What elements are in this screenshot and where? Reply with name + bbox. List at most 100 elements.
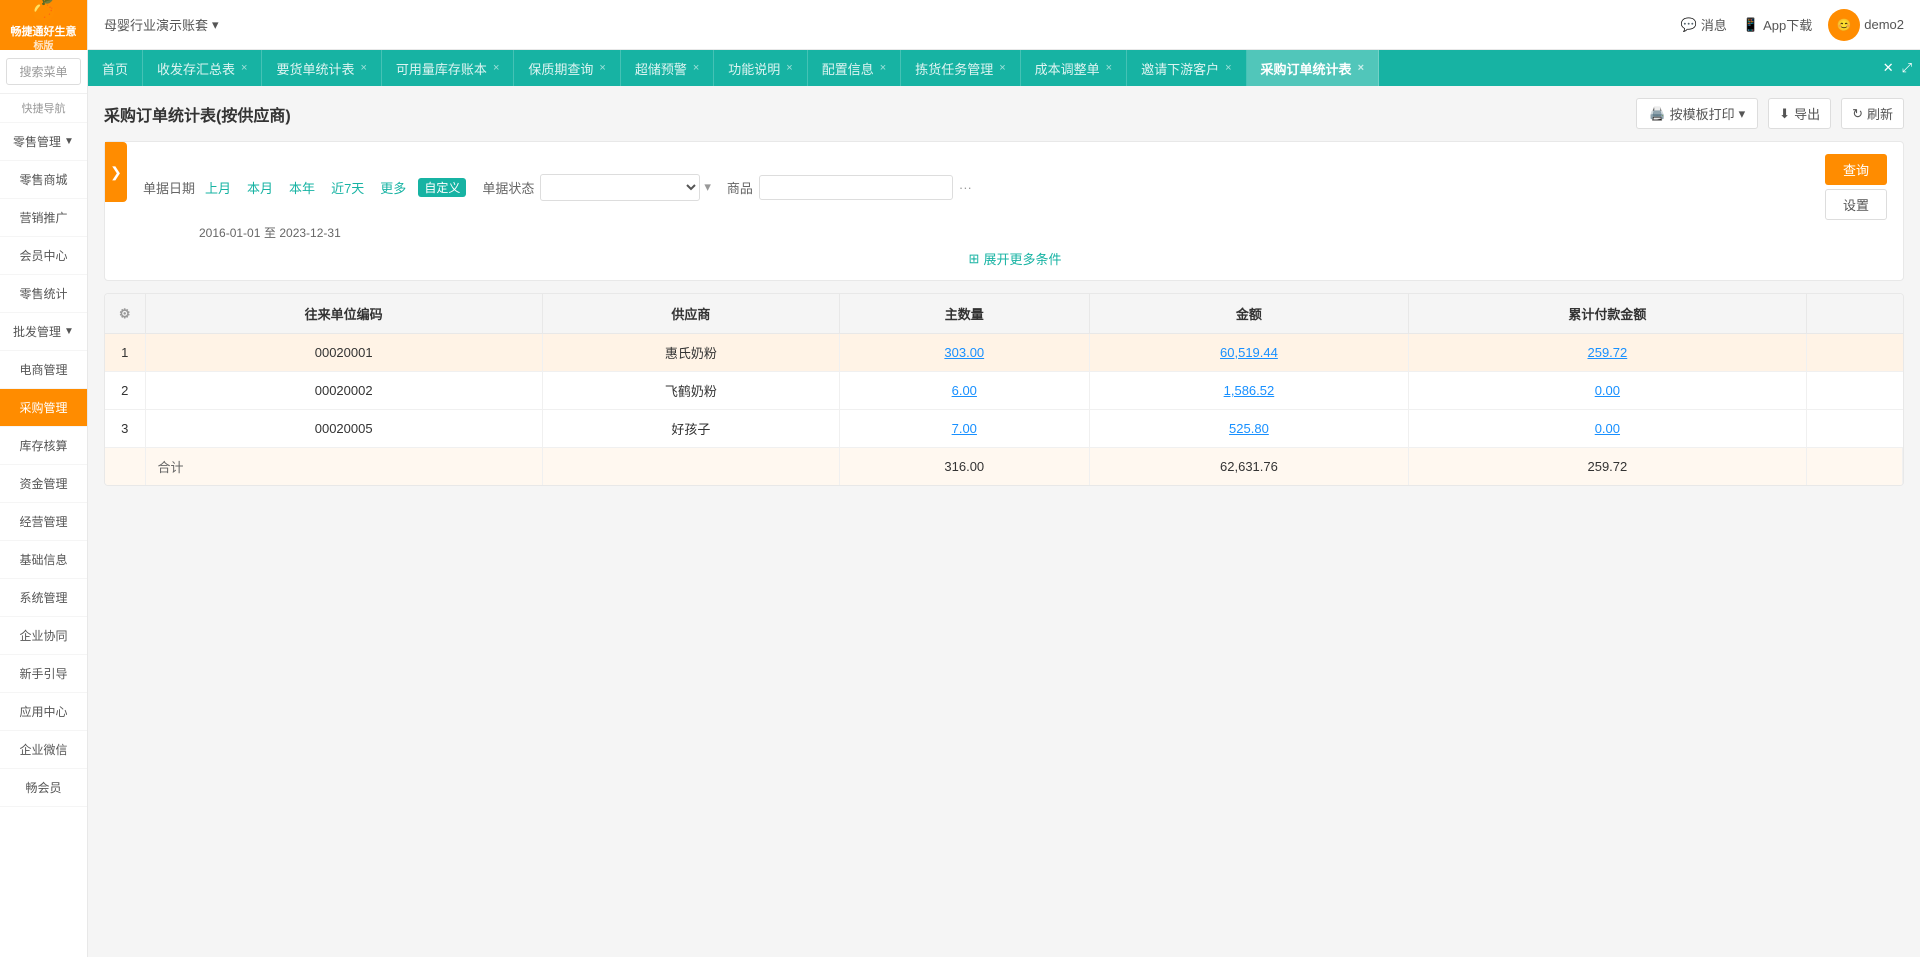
expand-filter-btn[interactable]: ⊞ 展开更多条件 xyxy=(969,249,1062,268)
sidebar-item-2[interactable]: 营销推广 xyxy=(0,199,87,237)
tab-item-10[interactable]: 邀请下游客户 × xyxy=(1127,50,1246,86)
cell-amount-2[interactable]: 525.80 xyxy=(1089,410,1409,448)
user-name: demo2 xyxy=(1864,17,1904,32)
tab-close-11[interactable]: × xyxy=(1358,62,1364,74)
tab-label-10: 邀请下游客户 xyxy=(1141,59,1219,78)
tab-close-7[interactable]: × xyxy=(880,62,886,74)
app-download-btn[interactable]: 📱 App下载 xyxy=(1743,15,1812,34)
topbar-left: 母婴行业演示账套 ▾ xyxy=(104,15,219,34)
account-selector[interactable]: 母婴行业演示账套 ▾ xyxy=(104,15,219,34)
cell-paid-0[interactable]: 259.72 xyxy=(1409,334,1806,372)
cell-qty-1[interactable]: 6.00 xyxy=(839,372,1089,410)
sidebar-item-8[interactable]: 库存核算 xyxy=(0,427,87,465)
tab-item-8[interactable]: 拣货任务管理 × xyxy=(901,50,1020,86)
cell-paid-2[interactable]: 0.00 xyxy=(1409,410,1806,448)
tab-item-4[interactable]: 保质期查询× xyxy=(514,50,620,86)
sidebar-item-11[interactable]: 基础信息 xyxy=(0,541,87,579)
shortcut-7days[interactable]: 近7天 xyxy=(327,176,368,199)
column-settings-icon[interactable]: ⚙ xyxy=(119,306,131,321)
sidebar-item-1[interactable]: 零售商城 xyxy=(0,161,87,199)
tab-item-11[interactable]: 采购订单统计表× xyxy=(1247,50,1379,86)
tab-item-9[interactable]: 成本调整单× xyxy=(1021,50,1127,86)
tab-close-5[interactable]: × xyxy=(693,62,699,74)
cell-amount-1[interactable]: 1,586.52 xyxy=(1089,372,1409,410)
tab-item-0[interactable]: 首页 xyxy=(88,50,143,86)
sidebar-item-7[interactable]: 采购管理 xyxy=(0,389,87,427)
sidebar-item-0[interactable]: 零售管理▼ xyxy=(0,123,87,161)
shortcut-last-month[interactable]: 上月 xyxy=(201,176,235,199)
account-selector-label: 母婴行业演示账套 xyxy=(104,15,208,34)
tab-label-2: 要货单统计表 xyxy=(276,59,354,78)
filter-settings-btn[interactable]: 设置 xyxy=(1825,189,1887,220)
table-row[interactable]: 100020001惠氏奶粉303.0060,519.44259.72 xyxy=(105,334,1903,372)
goods-filter-label: 商品 xyxy=(727,178,753,197)
tab-item-3[interactable]: 可用量库存账本× xyxy=(382,50,514,86)
tabs-expand-icon[interactable]: ⤢ xyxy=(1902,60,1912,76)
app-download-label: App下载 xyxy=(1763,15,1812,34)
query-btn[interactable]: 查询 xyxy=(1825,154,1887,185)
sidebar-item-12[interactable]: 系统管理 xyxy=(0,579,87,617)
sidebar-item-10[interactable]: 经营管理 xyxy=(0,503,87,541)
shortcut-more[interactable]: 更多 xyxy=(376,176,410,199)
sidebar-item-9[interactable]: 资金管理 xyxy=(0,465,87,503)
table-row[interactable]: 300020005好孩子7.00525.800.00 xyxy=(105,410,1903,448)
tab-close-4[interactable]: × xyxy=(599,62,605,74)
cell-paid-1[interactable]: 0.00 xyxy=(1409,372,1806,410)
cell-extra-0 xyxy=(1806,334,1902,372)
tab-item-6[interactable]: 功能说明× xyxy=(714,50,807,86)
print-btn[interactable]: 🖨️ 按模板打印 ▾ xyxy=(1636,98,1758,129)
sidebar-item-4[interactable]: 零售统计 xyxy=(0,275,87,313)
message-label: 消息 xyxy=(1701,15,1727,34)
app-logo: 🍊 畅捷通好生意 标版 xyxy=(0,0,87,50)
tab-item-1[interactable]: 收发存汇总表× xyxy=(143,50,262,86)
tab-item-7[interactable]: 配置信息× xyxy=(808,50,901,86)
sidebar-nav: 零售管理▼零售商城营销推广会员中心零售统计批发管理▼电商管理采购管理库存核算资金… xyxy=(0,123,87,807)
tab-close-6[interactable]: × xyxy=(786,62,792,74)
tab-item-5[interactable]: 超储预警× xyxy=(621,50,714,86)
refresh-btn[interactable]: ↻ 刷新 xyxy=(1841,98,1904,129)
col-code: 往来单位编码 xyxy=(145,294,542,334)
col-supplier: 供应商 xyxy=(542,294,839,334)
expand-filter-label: 展开更多条件 xyxy=(983,249,1061,268)
message-btn[interactable]: 💬 消息 xyxy=(1681,15,1727,34)
refresh-icon: ↻ xyxy=(1852,106,1863,122)
tab-close-2[interactable]: × xyxy=(360,62,366,74)
search-menu-btn[interactable]: 搜索菜单 xyxy=(6,58,81,85)
tab-close-10[interactable]: × xyxy=(1225,62,1231,74)
message-icon: 💬 xyxy=(1681,17,1697,33)
goods-more-icon[interactable]: ··· xyxy=(959,180,972,195)
tab-label-8: 拣货任务管理 xyxy=(915,59,993,78)
cell-amount-0[interactable]: 60,519.44 xyxy=(1089,334,1409,372)
tab-close-3[interactable]: × xyxy=(493,62,499,74)
sidebar-item-16[interactable]: 企业微信 xyxy=(0,731,87,769)
sidebar-item-6[interactable]: 电商管理 xyxy=(0,351,87,389)
tabs-close-icon[interactable]: ✕ xyxy=(1883,60,1894,76)
export-btn[interactable]: ⬇ 导出 xyxy=(1768,98,1831,129)
main-wrapper: 母婴行业演示账套 ▾ 💬 消息 📱 App下载 😊 demo2 首页收发存汇总表… xyxy=(88,0,1920,957)
tab-close-1[interactable]: × xyxy=(241,62,247,74)
filter-toggle-btn[interactable]: ❯ xyxy=(105,142,127,202)
tab-close-9[interactable]: × xyxy=(1106,62,1112,74)
shortcut-this-month[interactable]: 本月 xyxy=(243,176,277,199)
sidebar-item-17[interactable]: 畅会员 xyxy=(0,769,87,807)
sidebar-item-3[interactable]: 会员中心 xyxy=(0,237,87,275)
sidebar-item-14[interactable]: 新手引导 xyxy=(0,655,87,693)
table-header-row: ⚙ 往来单位编码 供应商 主数量 金额 累计付款金额 xyxy=(105,294,1903,334)
custom-date-badge[interactable]: 自定义 xyxy=(418,178,466,197)
date-shortcuts: 上月 本月 本年 近7天 更多 自定义 xyxy=(201,176,466,199)
sidebar-item-15[interactable]: 应用中心 xyxy=(0,693,87,731)
tab-close-8[interactable]: × xyxy=(999,62,1005,74)
tab-item-2[interactable]: 要货单统计表 × xyxy=(262,50,381,86)
sidebar-item-quick-nav[interactable]: 快捷导航 xyxy=(0,94,87,123)
user-profile[interactable]: 😊 demo2 xyxy=(1828,9,1904,41)
cell-qty-0[interactable]: 303.00 xyxy=(839,334,1089,372)
status-select[interactable] xyxy=(540,174,700,201)
shortcut-this-year[interactable]: 本年 xyxy=(285,176,319,199)
account-selector-arrow: ▾ xyxy=(212,17,219,33)
table-row[interactable]: 200020002飞鹤奶粉6.001,586.520.00 xyxy=(105,372,1903,410)
sidebar-item-5[interactable]: 批发管理▼ xyxy=(0,313,87,351)
goods-input[interactable] xyxy=(759,175,953,200)
export-label: 导出 xyxy=(1794,104,1820,123)
cell-qty-2[interactable]: 7.00 xyxy=(839,410,1089,448)
sidebar-item-13[interactable]: 企业协同 xyxy=(0,617,87,655)
